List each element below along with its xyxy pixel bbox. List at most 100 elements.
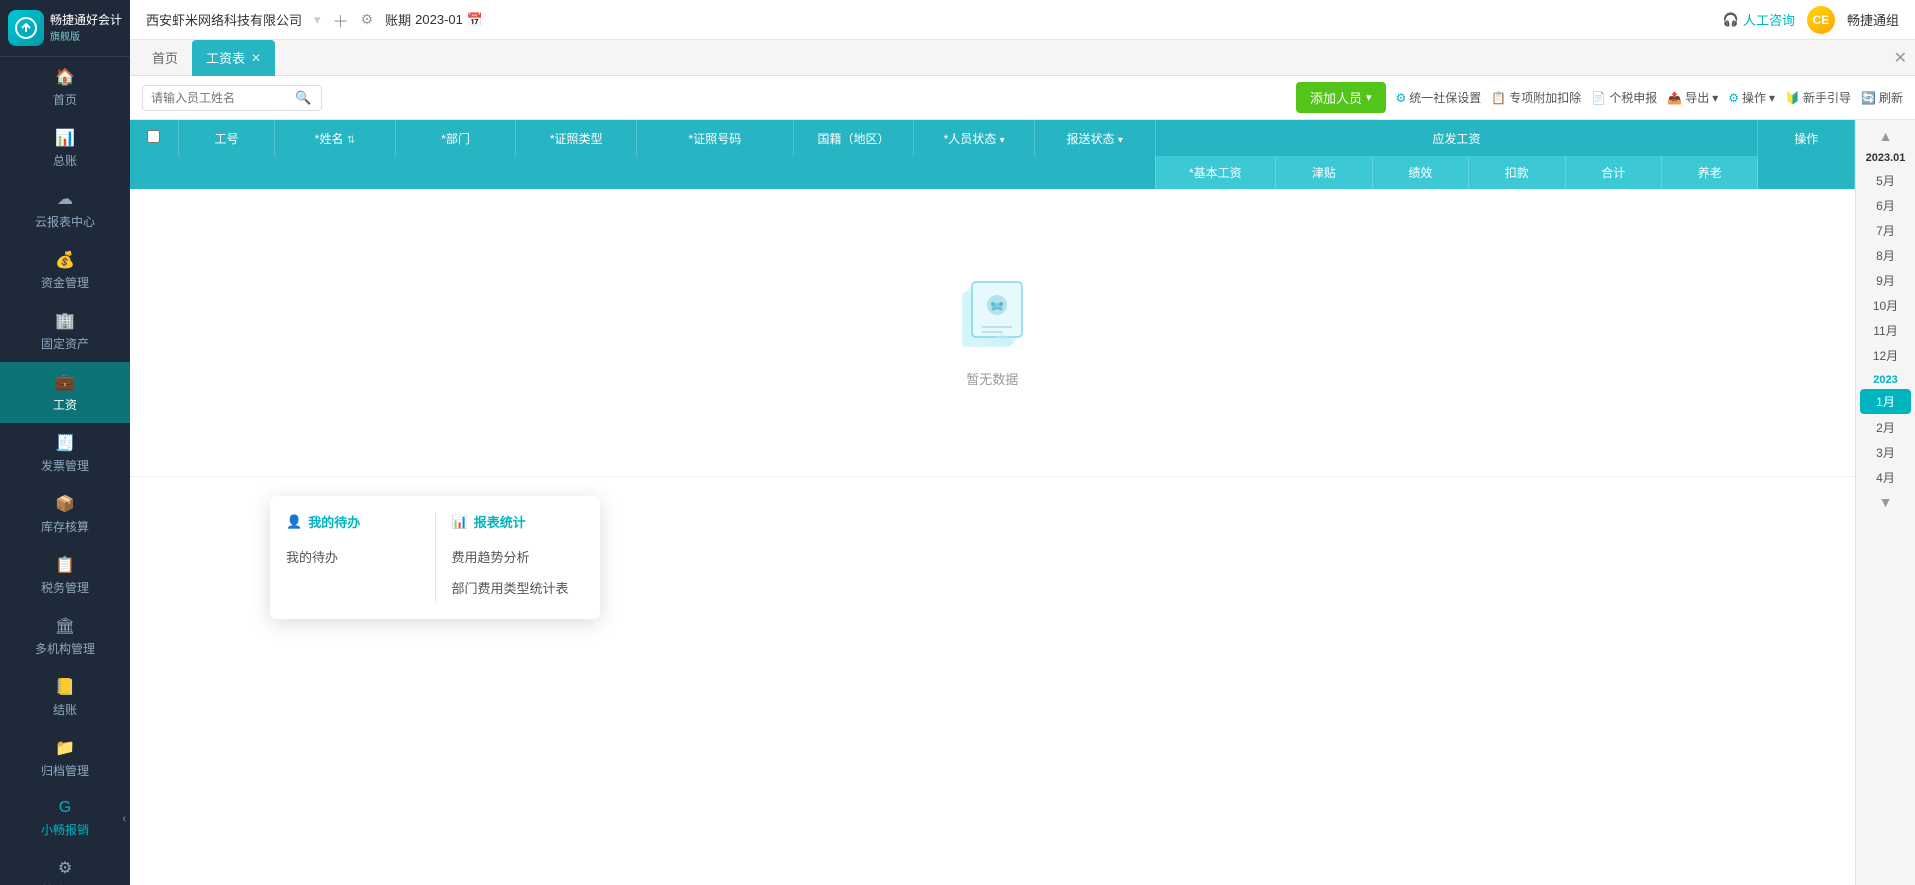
op-label: 操作 (1742, 89, 1766, 106)
username[interactable]: 畅捷通组 (1847, 10, 1899, 29)
finance-icon: 💰 (55, 250, 75, 270)
popup-item-todo[interactable]: 我的待办 (286, 541, 419, 572)
col-status-header[interactable]: *人员状态 ▾ (914, 120, 1035, 156)
sidebar-item-invoice[interactable]: 🧾 发票管理 (0, 423, 130, 484)
add-company-button[interactable]: ＋ (333, 8, 349, 32)
sidebar-item-expense[interactable]: G 小畅报销 ‹ (0, 789, 130, 848)
month-nav-jul[interactable]: 7月 (1856, 218, 1915, 243)
col-name-header[interactable]: *姓名 ⇅ (275, 120, 396, 156)
col-total-header[interactable]: 合计 (1565, 156, 1661, 189)
search-icon[interactable]: 🔍 (295, 90, 311, 106)
salary-group-label: 应发工资 (1432, 132, 1480, 146)
search-input[interactable] (151, 91, 291, 105)
sidebar-item-inventory[interactable]: 📦 库存核算 (0, 484, 130, 545)
select-all-checkbox[interactable] (147, 130, 160, 143)
month-nav-may[interactable]: 5月 (1856, 168, 1915, 193)
popup-item-trend[interactable]: 费用趋势分析 (452, 541, 585, 572)
popup-section-todo: 👤 我的待办 我的待办 (286, 512, 419, 603)
export-icon: 📤 (1667, 91, 1682, 105)
sidebar-item-salary[interactable]: 💼 工资 (0, 362, 130, 423)
month-nav-jan[interactable]: 1月 (1860, 389, 1911, 414)
col-base-header[interactable]: *基本工资 (1155, 156, 1276, 189)
sidebar-item-close-books[interactable]: 📒 结账 (0, 667, 130, 728)
sidebar-label-finance: 资金管理 (41, 274, 89, 291)
sidebar-item-finance[interactable]: 💰 资金管理 (0, 240, 130, 301)
month-nav-oct[interactable]: 10月 (1856, 293, 1915, 318)
service-button[interactable]: 🎧 人工咨询 (1723, 10, 1795, 29)
sidebar-item-cloud[interactable]: ☁ 云报表中心 (0, 179, 130, 240)
sidebar-item-tax[interactable]: 📋 税务管理 (0, 545, 130, 606)
calendar-icon[interactable]: 📅 (467, 12, 483, 28)
sidebar-item-settings[interactable]: ⚙ 基础设置 (0, 848, 130, 885)
company-settings-icon[interactable]: ⚙ (361, 11, 374, 28)
name-sort-icon[interactable]: ⇅ (347, 135, 355, 146)
add-person-label: 添加人员 (1310, 88, 1362, 107)
refresh-action[interactable]: 🔄 刷新 (1861, 89, 1903, 106)
main-area: 🔍 添加人员 ▾ ⚙ 统一社保设置 📋 专项附加扣除 (130, 76, 1915, 885)
popup-todo-title: 👤 我的待办 (286, 512, 419, 531)
month-nav-feb[interactable]: 2月 (1856, 415, 1915, 440)
period-value[interactable]: 2023-01 (415, 12, 463, 27)
col-cert-type-header[interactable]: *证照类型 (516, 120, 637, 156)
month-nav-nov[interactable]: 11月 (1856, 318, 1915, 343)
sidebar-item-ledger[interactable]: 📊 总账 (0, 118, 130, 179)
home-icon: 🏠 (55, 67, 75, 87)
add-person-button[interactable]: 添加人员 ▾ (1296, 82, 1386, 113)
send-filter-icon[interactable]: ▾ (1118, 135, 1123, 146)
tab-bar: 首页 工资表 ✕ ✕ (130, 40, 1915, 76)
table-subheader-row: *基本工资 津贴 绩效 扣款 (130, 156, 1855, 189)
col-nation-header[interactable]: 国籍（地区） (793, 120, 914, 156)
sidebar-label-inventory: 库存核算 (41, 518, 89, 535)
sidebar-item-multiorg[interactable]: 🏛 多机构管理 (0, 606, 130, 667)
expense-arrow: ‹ (122, 813, 126, 825)
tab-salary[interactable]: 工资表 ✕ (192, 40, 275, 76)
col-deduct-header[interactable]: 扣款 (1469, 156, 1565, 189)
col-cert-no-header[interactable]: *证照号码 (636, 120, 793, 156)
sidebar-label-archive: 归档管理 (41, 762, 89, 779)
special-deduction-action[interactable]: 📋 专项附加扣除 (1491, 89, 1581, 106)
guide-action[interactable]: 🔰 新手引导 (1785, 89, 1851, 106)
tab-close-icon[interactable]: ✕ (251, 51, 261, 65)
month-nav-aug[interactable]: 8月 (1856, 243, 1915, 268)
col-number-header[interactable]: 工号 (178, 120, 274, 156)
col-bonus-header[interactable]: 津贴 (1276, 156, 1372, 189)
company-name[interactable]: 西安虾米网络科技有限公司 (146, 10, 302, 29)
sidebar-item-archive[interactable]: 📁 归档管理 (0, 728, 130, 789)
month-nav-apr[interactable]: 4月 (1856, 465, 1915, 490)
export-action[interactable]: 📤 导出 ▾ (1667, 89, 1718, 106)
col-send-header[interactable]: 报送状态 ▾ (1034, 120, 1155, 156)
month-nav-down[interactable]: ▼ (1875, 490, 1897, 514)
empty-text: 暂无数据 (966, 369, 1018, 388)
month-nav-mar[interactable]: 3月 (1856, 440, 1915, 465)
guide-label: 新手引导 (1803, 89, 1851, 106)
sidebar-label-close-books: 结账 (53, 701, 77, 718)
tax-declaration-action[interactable]: 📄 个税申报 (1591, 89, 1657, 106)
topbar-dropdown-arrow[interactable]: ▾ (314, 12, 321, 28)
social-insurance-action[interactable]: ⚙ 统一社保设置 (1396, 89, 1482, 106)
col-total-label: 合计 (1601, 166, 1625, 180)
topbar-right: 🎧 人工咨询 CE 畅捷通组 (1723, 6, 1899, 34)
month-nav-jun[interactable]: 6月 (1856, 193, 1915, 218)
month-nav-dec[interactable]: 12月 (1856, 343, 1915, 368)
sidebar-item-assets[interactable]: 🏢 固定资产 (0, 301, 130, 362)
col-dept-header[interactable]: *部门 (395, 120, 516, 156)
month-nav-sep[interactable]: 9月 (1856, 268, 1915, 293)
tab-home[interactable]: 首页 (138, 40, 192, 76)
col-perf-header[interactable]: 绩效 (1372, 156, 1468, 189)
popup-item-dept-stats[interactable]: 部门费用类型统计表 (452, 572, 585, 603)
col-perf-label: 绩效 (1408, 166, 1432, 180)
sidebar-item-home[interactable]: 🏠 首页 (0, 57, 130, 118)
tab-bar-close-button[interactable]: ✕ (1894, 48, 1907, 68)
refresh-icon: 🔄 (1861, 91, 1876, 105)
refresh-label: 刷新 (1879, 89, 1903, 106)
operation-action[interactable]: ⚙ 操作 ▾ (1728, 89, 1775, 106)
toolbar: 🔍 添加人员 ▾ ⚙ 统一社保设置 📋 专项附加扣除 (130, 76, 1915, 120)
month-nav: ▲ 2023.01 5月 6月 7月 8月 9月 10月 11月 12月 202… (1855, 120, 1915, 885)
period-label: 账期 (385, 10, 411, 29)
col-checkbox-header[interactable] (130, 120, 178, 156)
col-pension-header[interactable]: 养老 (1662, 156, 1758, 189)
month-nav-up[interactable]: ▲ (1875, 124, 1897, 148)
search-box[interactable]: 🔍 (142, 85, 322, 111)
status-filter-icon[interactable]: ▾ (1000, 135, 1005, 146)
table-header-row: 工号 *姓名 ⇅ *部门 *证照类型 (130, 120, 1855, 156)
